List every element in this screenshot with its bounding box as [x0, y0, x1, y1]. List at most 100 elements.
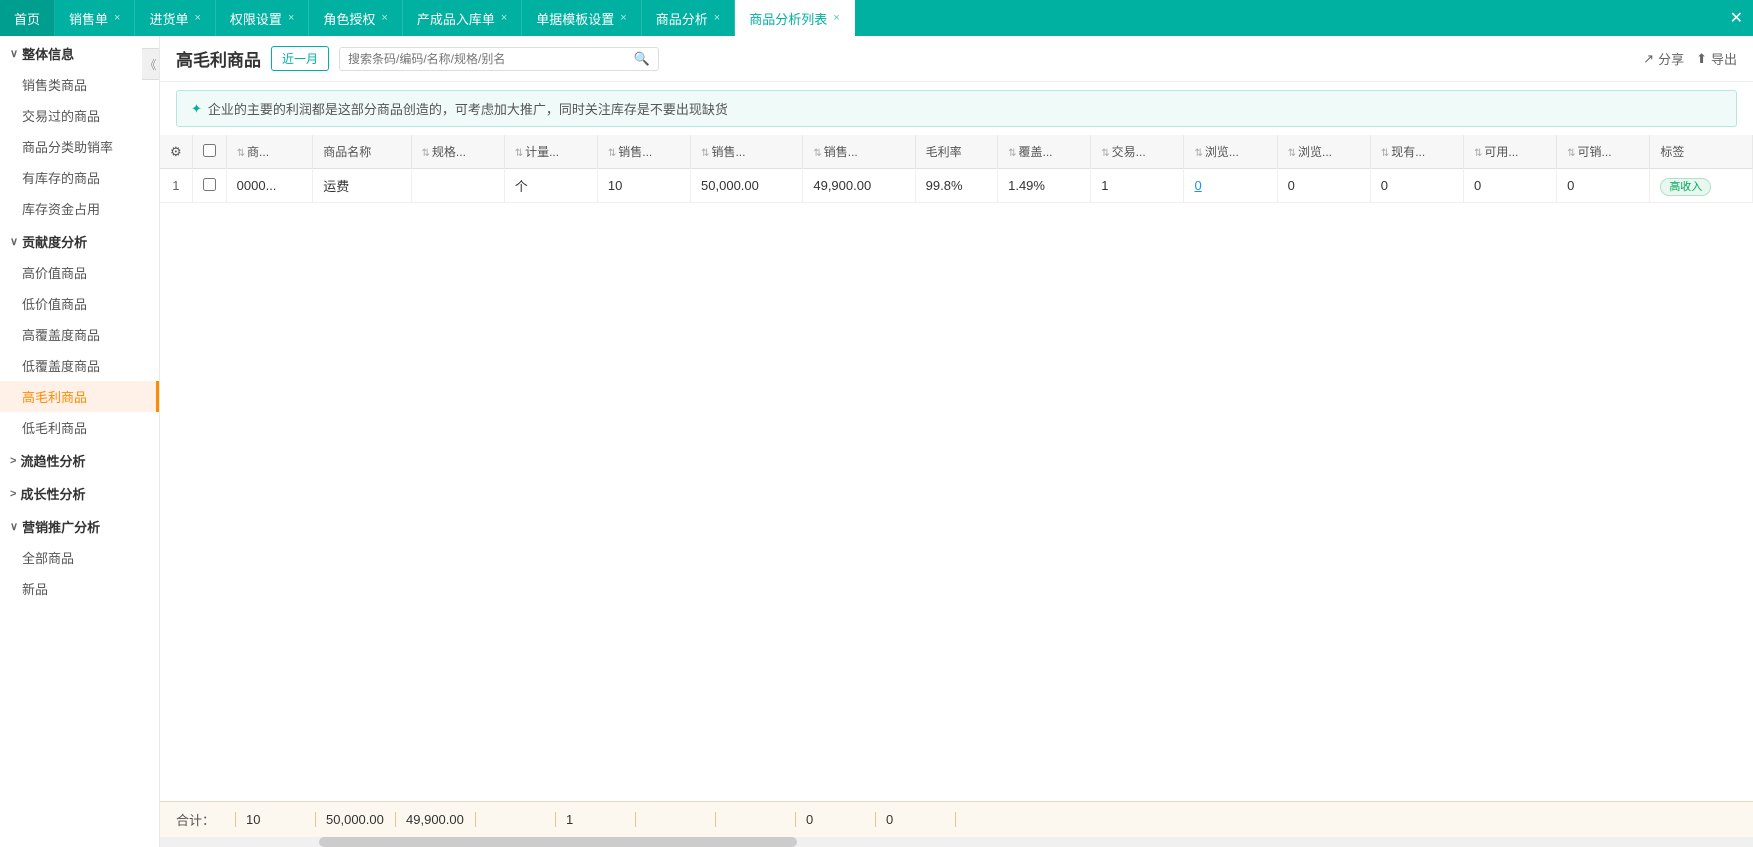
- sort-icon[interactable]: ⇅: [1101, 148, 1109, 159]
- sort-icon[interactable]: ⇅: [1474, 148, 1482, 159]
- select-all-checkbox[interactable]: [203, 144, 216, 157]
- col-header-11: ⇅浏览...: [1277, 135, 1370, 169]
- horizontal-scrollbar[interactable]: [160, 837, 1753, 847]
- sidebar-item-0-1[interactable]: 交易过的商品: [0, 100, 159, 131]
- footer-browse2: [715, 812, 795, 827]
- footer-transaction: 1: [555, 812, 635, 827]
- info-banner-text: 企业的主要的利润都是这部分商品创造的，可考虑加大推广，同时关注库存是不要出现缺货: [208, 99, 728, 118]
- close-tab-6[interactable]: ×: [620, 12, 626, 24]
- main-layout: 《 ∨整体信息销售类商品交易过的商品商品分类助销率有库存的商品库存资金占用∨贡献…: [0, 36, 1753, 847]
- nav-item-4[interactable]: 角色授权×: [309, 0, 402, 36]
- footer-sales2: 50,000.00: [315, 812, 395, 827]
- sidebar-item-0-2[interactable]: 商品分类助销率: [0, 131, 159, 162]
- sort-icon[interactable]: ⇅: [1288, 148, 1296, 159]
- search-input[interactable]: [348, 52, 634, 66]
- nav-item-7[interactable]: 商品分析×: [642, 0, 735, 36]
- col-settings[interactable]: ⚙: [160, 135, 192, 169]
- sidebar-group-3[interactable]: >成长性分析: [0, 476, 159, 509]
- col-header-12: ⇅现有...: [1370, 135, 1463, 169]
- share-icon: ↗: [1643, 51, 1654, 67]
- row-sellable: 0: [1557, 169, 1650, 203]
- table-row: 10000...运费个1050,000.0049,900.0099.8%1.49…: [160, 169, 1753, 203]
- sort-icon[interactable]: ⇅: [422, 148, 430, 159]
- row-index: 1: [160, 169, 192, 203]
- sort-icon[interactable]: ⇅: [608, 148, 616, 159]
- sidebar-item-4-1[interactable]: 新品: [0, 573, 159, 604]
- table-footer: 合计： 10 50,000.00 49,900.00 1 0 0: [160, 801, 1753, 837]
- nav-item-5[interactable]: 产成品入库单×: [403, 0, 522, 36]
- row-profit-rate: 99.8%: [915, 169, 997, 203]
- sidebar-item-0-4[interactable]: 库存资金占用: [0, 193, 159, 224]
- col-header-0: ⇅商...: [226, 135, 313, 169]
- sort-icon[interactable]: ⇅: [1567, 148, 1575, 159]
- header-actions: ↗ 分享 ⬆ 导出: [1643, 49, 1737, 68]
- row-checkbox-cell[interactable]: [192, 169, 226, 203]
- scrollbar-thumb[interactable]: [319, 837, 797, 847]
- sidebar-item-1-4[interactable]: 高毛利商品: [0, 381, 159, 412]
- row-browse1-link[interactable]: 0: [1194, 178, 1201, 193]
- close-tab-1[interactable]: ×: [114, 12, 120, 24]
- sidebar-item-0-0[interactable]: 销售类商品: [0, 69, 159, 100]
- col-header-15: 标签: [1650, 135, 1753, 169]
- row-tag-cell: 高收入: [1650, 169, 1753, 203]
- filter-recent-month-button[interactable]: 近一月: [271, 46, 329, 71]
- col-header-6: ⇅销售...: [803, 135, 915, 169]
- sort-icon[interactable]: ⇅: [1194, 148, 1202, 159]
- nav-item-2[interactable]: 进货单×: [135, 0, 215, 36]
- close-all-tabs[interactable]: ✕: [1720, 0, 1753, 36]
- nav-item-6[interactable]: 单据模板设置×: [522, 0, 641, 36]
- nav-item-1[interactable]: 销售单×: [55, 0, 135, 36]
- sidebar-item-4-0[interactable]: 全部商品: [0, 542, 159, 573]
- row-current: 0: [1370, 169, 1463, 203]
- settings-icon[interactable]: ⚙: [170, 144, 182, 159]
- close-tab-3[interactable]: ×: [288, 12, 294, 24]
- sort-icon[interactable]: ⇅: [1381, 148, 1389, 159]
- sort-icon[interactable]: ⇅: [1008, 148, 1016, 159]
- row-available: 0: [1463, 169, 1556, 203]
- row-checkbox[interactable]: [203, 178, 216, 191]
- footer-sales3: 49,900.00: [395, 812, 475, 827]
- sort-icon[interactable]: ⇅: [237, 148, 245, 159]
- row-browse1: 0: [1184, 169, 1277, 203]
- group-arrow-2: >: [10, 455, 16, 467]
- close-tab-7[interactable]: ×: [714, 12, 720, 24]
- export-button[interactable]: ⬆ 导出: [1696, 49, 1737, 68]
- row-spec: [411, 169, 504, 203]
- sidebar-collapse-button[interactable]: 《: [142, 48, 160, 80]
- close-tab-2[interactable]: ×: [194, 12, 200, 24]
- sidebar-item-0-3[interactable]: 有库存的商品: [0, 162, 159, 193]
- col-header-8: ⇅覆盖...: [998, 135, 1091, 169]
- content-header: 高毛利商品 近一月 🔍 ↗ 分享 ⬆ 导出: [160, 36, 1753, 82]
- col-header-7: 毛利率: [915, 135, 997, 169]
- sort-icon[interactable]: ⇅: [813, 148, 821, 159]
- share-button[interactable]: ↗ 分享: [1643, 49, 1684, 68]
- sidebar-item-1-3[interactable]: 低覆盖度商品: [0, 350, 159, 381]
- close-tab-8[interactable]: ×: [833, 12, 839, 24]
- nav-item-0[interactable]: 首页: [0, 0, 55, 36]
- footer-cells: 10 50,000.00 49,900.00 1 0 0: [235, 812, 1035, 827]
- sidebar-group-4[interactable]: ∨营销推广分析: [0, 509, 159, 542]
- table-container: ⚙⇅商...商品名称⇅规格...⇅计量...⇅销售...⇅销售...⇅销售...…: [160, 135, 1753, 801]
- sidebar-item-1-5[interactable]: 低毛利商品: [0, 412, 159, 443]
- sidebar-group-0[interactable]: ∨整体信息: [0, 36, 159, 69]
- col-header-13: ⇅可用...: [1463, 135, 1556, 169]
- close-tab-4[interactable]: ×: [381, 12, 387, 24]
- sidebar-item-1-1[interactable]: 低价值商品: [0, 288, 159, 319]
- sort-icon[interactable]: ⇅: [515, 148, 523, 159]
- nav-item-8[interactable]: 商品分析列表×: [735, 0, 854, 36]
- sort-icon[interactable]: ⇅: [701, 148, 709, 159]
- col-header-4: ⇅销售...: [597, 135, 690, 169]
- close-tab-5[interactable]: ×: [501, 12, 507, 24]
- footer-label: 合计：: [176, 810, 215, 829]
- sidebar-item-1-2[interactable]: 高覆盖度商品: [0, 319, 159, 350]
- group-arrow-3: >: [10, 488, 16, 500]
- info-banner: ✦ 企业的主要的利润都是这部分商品创造的，可考虑加大推广，同时关注库存是不要出现…: [176, 90, 1737, 127]
- col-header-9: ⇅交易...: [1091, 135, 1184, 169]
- nav-item-3[interactable]: 权限设置×: [216, 0, 309, 36]
- search-icon[interactable]: 🔍: [634, 51, 650, 67]
- sidebar-group-1[interactable]: ∨贡献度分析: [0, 224, 159, 257]
- data-table: ⚙⇅商...商品名称⇅规格...⇅计量...⇅销售...⇅销售...⇅销售...…: [160, 135, 1753, 203]
- sidebar-group-2[interactable]: >流趋性分析: [0, 443, 159, 476]
- col-checkbox[interactable]: [192, 135, 226, 169]
- sidebar-item-1-0[interactable]: 高价值商品: [0, 257, 159, 288]
